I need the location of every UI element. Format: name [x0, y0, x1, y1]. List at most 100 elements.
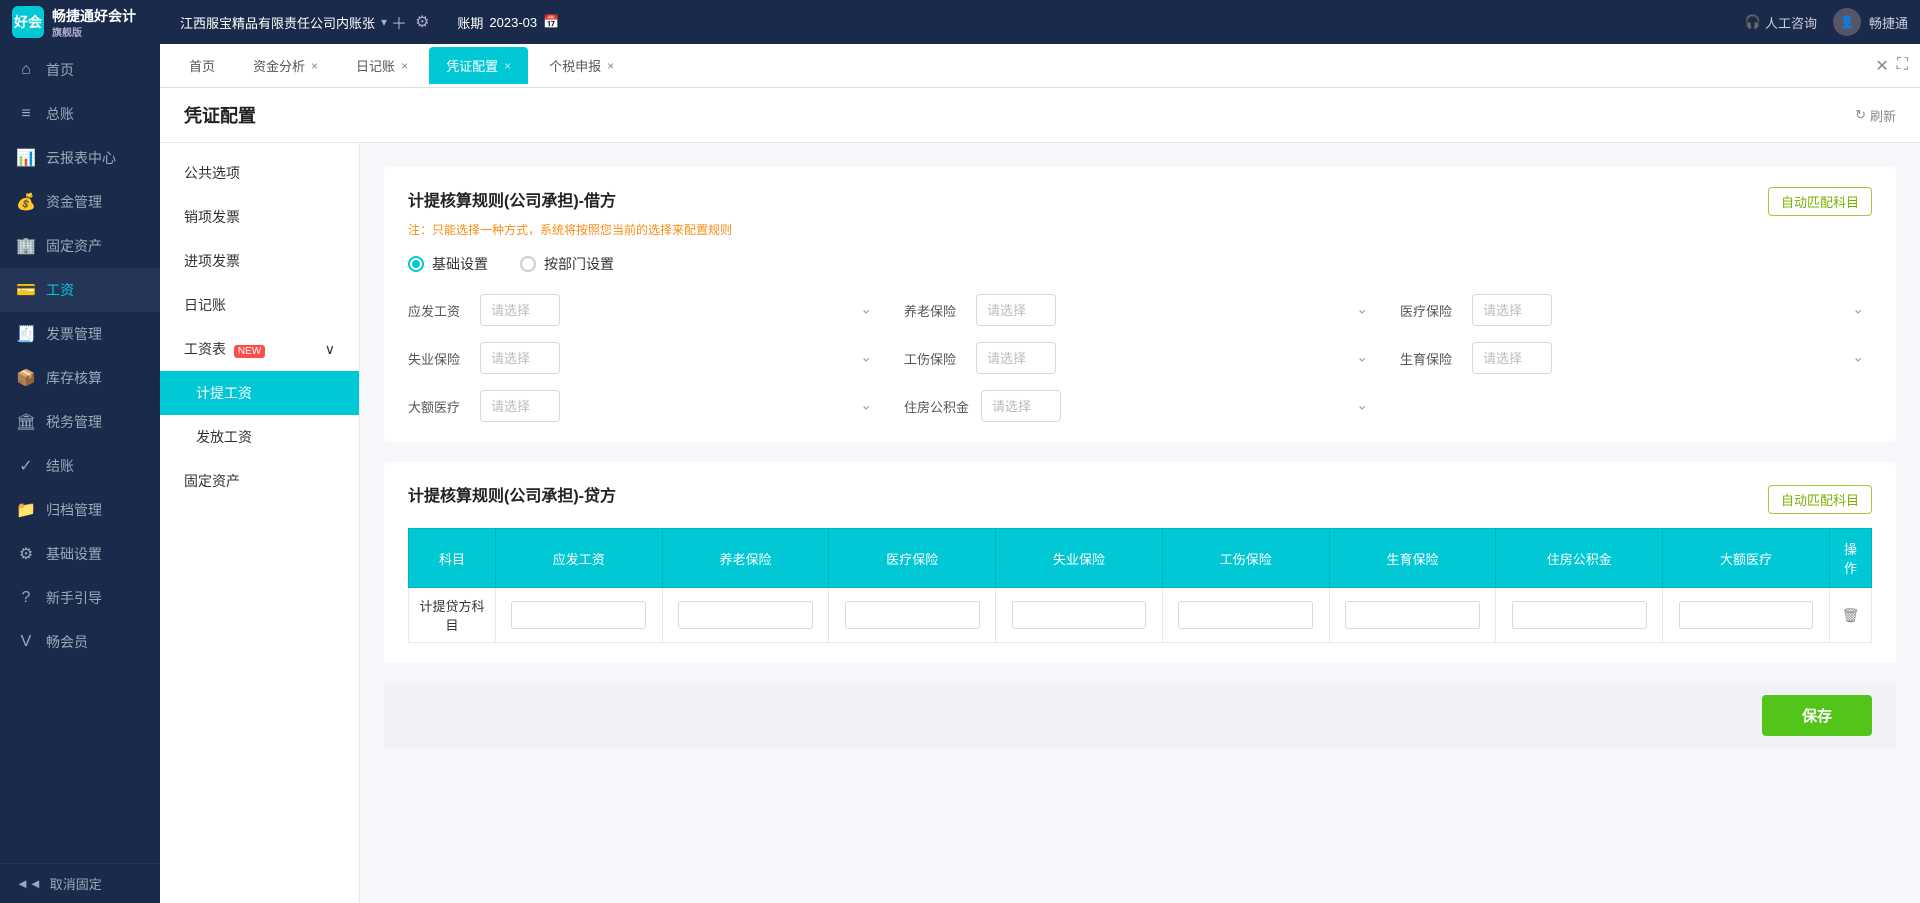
tab-home[interactable]: 首页	[172, 47, 232, 84]
save-button[interactable]: 保存	[1762, 695, 1872, 736]
sidebar-item-salary[interactable]: 💳 工资	[0, 268, 160, 312]
sidebar-item-stock[interactable]: 📦 库存核算	[0, 356, 160, 400]
left-nav-public[interactable]: 公共选项	[160, 151, 359, 195]
tab-journal[interactable]: 日记账 ×	[339, 47, 425, 84]
field-pension-select[interactable]: 请选择	[976, 294, 1056, 326]
radio-basic[interactable]: 基础设置	[408, 254, 488, 274]
tab-voucher[interactable]: 凭证配置 ×	[429, 47, 528, 84]
user-info[interactable]: 👤 畅捷通	[1833, 8, 1908, 36]
refresh-label: 刷新	[1870, 106, 1896, 125]
sidebar-item-report[interactable]: 📊 云报表中心	[0, 136, 160, 180]
td-work-injury-input-cell	[1162, 588, 1329, 643]
td-salary-input[interactable]	[511, 601, 646, 629]
th-medical: 医疗保险	[829, 529, 996, 588]
sidebar-item-home[interactable]: ⌂ 首页	[0, 48, 160, 92]
cancel-pin-button[interactable]: ◄◄ 取消固定	[0, 863, 160, 903]
radio-dept-label: 按部门设置	[544, 254, 614, 274]
sidebar-item-checkout[interactable]: ✓ 结账	[0, 444, 160, 488]
td-unemployment-input-cell	[996, 588, 1163, 643]
th-pension: 养老保险	[662, 529, 829, 588]
sidebar-label-settings: 基础设置	[46, 544, 102, 564]
tab-fund[interactable]: 资金分析 ×	[236, 47, 335, 84]
calendar-icon: 📅	[543, 14, 559, 30]
td-big-medical-input[interactable]	[1679, 601, 1814, 629]
field-housing-fund-select-wrapper: 请选择	[981, 390, 1376, 422]
close-window-icon[interactable]: ✕	[1875, 56, 1888, 76]
field-salary-select[interactable]: 请选择	[480, 294, 560, 326]
field-unemployment-select[interactable]: 请选择	[480, 342, 560, 374]
tab-tax-close[interactable]: ×	[607, 59, 614, 73]
td-work-injury-input[interactable]	[1178, 601, 1313, 629]
field-medical-select-wrapper: 请选择	[1472, 294, 1872, 326]
sidebar-item-tax[interactable]: 🏛 税务管理	[0, 400, 160, 444]
field-medical-select[interactable]: 请选择	[1472, 294, 1552, 326]
td-maternity-input[interactable]	[1345, 601, 1480, 629]
content-area: 首页 资金分析 × 日记账 × 凭证配置 × 个税申报 × ✕ ⛶	[160, 44, 1920, 903]
service-label: 人工咨询	[1765, 13, 1817, 32]
tab-voucher-close[interactable]: ×	[504, 59, 511, 73]
credit-auto-match-button[interactable]: 自动匹配科目	[1768, 485, 1872, 514]
sidebar-label-ledger: 总账	[46, 104, 74, 124]
archive-icon: 📁	[16, 500, 36, 520]
field-work-injury-select[interactable]: 请选择	[976, 342, 1056, 374]
maximize-icon[interactable]: ⛶	[1897, 56, 1908, 76]
debit-section: 计提核算规则(公司承担)-借方 注：只能选择一种方式，系统将按照您当前的选择来配…	[384, 167, 1896, 442]
sidebar-item-archive[interactable]: 📁 归档管理	[0, 488, 160, 532]
company-selector[interactable]: 江西服宝精品有限责任公司内账张 ▾	[180, 13, 387, 32]
left-nav-pay-salary[interactable]: 发放工资	[160, 415, 359, 459]
field-housing-fund-select[interactable]: 请选择	[981, 390, 1061, 422]
td-housing-fund-input-cell	[1496, 588, 1663, 643]
fund-icon: 💰	[16, 192, 36, 212]
field-medical-label: 医疗保险	[1400, 301, 1460, 320]
field-housing-fund: 住房公积金 请选择	[904, 390, 1376, 422]
left-nav-sales-invoice[interactable]: 销项发票	[160, 195, 359, 239]
add-button[interactable]: ＋	[387, 6, 411, 38]
logo-icon: 好会	[12, 6, 44, 38]
sidebar-item-fund[interactable]: 💰 资金管理	[0, 180, 160, 224]
refresh-button[interactable]: ↻ 刷新	[1855, 106, 1896, 125]
sidebar-item-invoice[interactable]: 🧾 发票管理	[0, 312, 160, 356]
left-nav-journal[interactable]: 日记账	[160, 283, 359, 327]
credit-section-title: 计提核算规则(公司承担)-贷方	[408, 482, 616, 506]
headset-icon: 🎧	[1745, 14, 1761, 30]
service-button[interactable]: 🎧 人工咨询	[1745, 13, 1817, 32]
left-nav-fixed-asset[interactable]: 固定资产	[160, 459, 359, 503]
tab-fund-close[interactable]: ×	[311, 59, 318, 73]
td-unemployment-input[interactable]	[1012, 601, 1147, 629]
sidebar-label-tax: 税务管理	[46, 412, 102, 432]
field-maternity-select[interactable]: 请选择	[1472, 342, 1552, 374]
period-selector[interactable]: 账期 2023-03 📅	[457, 13, 559, 32]
td-housing-fund-input[interactable]	[1512, 601, 1647, 629]
left-nav-purchase-invoice[interactable]: 进项发票	[160, 239, 359, 283]
field-salary-select-wrapper: 请选择	[480, 294, 880, 326]
radio-dept[interactable]: 按部门设置	[520, 254, 614, 274]
delete-row-icon[interactable]: 🗑	[1842, 607, 1860, 623]
td-maternity-input-cell	[1329, 588, 1496, 643]
main-layout: ⌂ 首页 ≡ 总账 📊 云报表中心 💰 资金管理 🏢 固定资产 💳 工资 🧾 发…	[0, 44, 1920, 903]
sidebar-item-guide[interactable]: ? 新手引导	[0, 576, 160, 620]
sidebar-item-vip[interactable]: V 畅会员	[0, 620, 160, 664]
sidebar-item-asset[interactable]: 🏢 固定资产	[0, 224, 160, 268]
page-title: 凭证配置	[184, 102, 256, 128]
td-medical-input[interactable]	[845, 601, 980, 629]
left-nav-calc-salary[interactable]: 计提工资	[160, 371, 359, 415]
td-pension-input-cell	[662, 588, 829, 643]
left-nav-salary-table[interactable]: 工资表 NEW ∨	[160, 327, 359, 371]
debit-auto-match-button[interactable]: 自动匹配科目	[1768, 187, 1872, 216]
tab-journal-close[interactable]: ×	[401, 59, 408, 73]
sidebar-label-vip: 畅会员	[46, 632, 88, 652]
field-big-medical-select[interactable]: 请选择	[480, 390, 560, 422]
radio-basic-label: 基础设置	[432, 254, 488, 274]
sidebar-item-ledger[interactable]: ≡ 总账	[0, 92, 160, 136]
credit-table-row: 计提贷方科目 🗑	[409, 588, 1872, 643]
field-big-medical-label: 大额医疗	[408, 397, 468, 416]
field-maternity-select-wrapper: 请选择	[1472, 342, 1872, 374]
sidebar-item-settings[interactable]: ⚙ 基础设置	[0, 532, 160, 576]
field-medical: 医疗保险 请选择	[1400, 294, 1872, 326]
td-pension-input[interactable]	[678, 601, 813, 629]
radio-basic-circle	[408, 256, 424, 272]
settings-icon[interactable]: ⚙	[411, 8, 433, 36]
tab-tax[interactable]: 个税申报 ×	[532, 47, 631, 84]
radio-group: 基础设置 按部门设置	[408, 254, 1872, 274]
th-action: 操作	[1829, 529, 1871, 588]
